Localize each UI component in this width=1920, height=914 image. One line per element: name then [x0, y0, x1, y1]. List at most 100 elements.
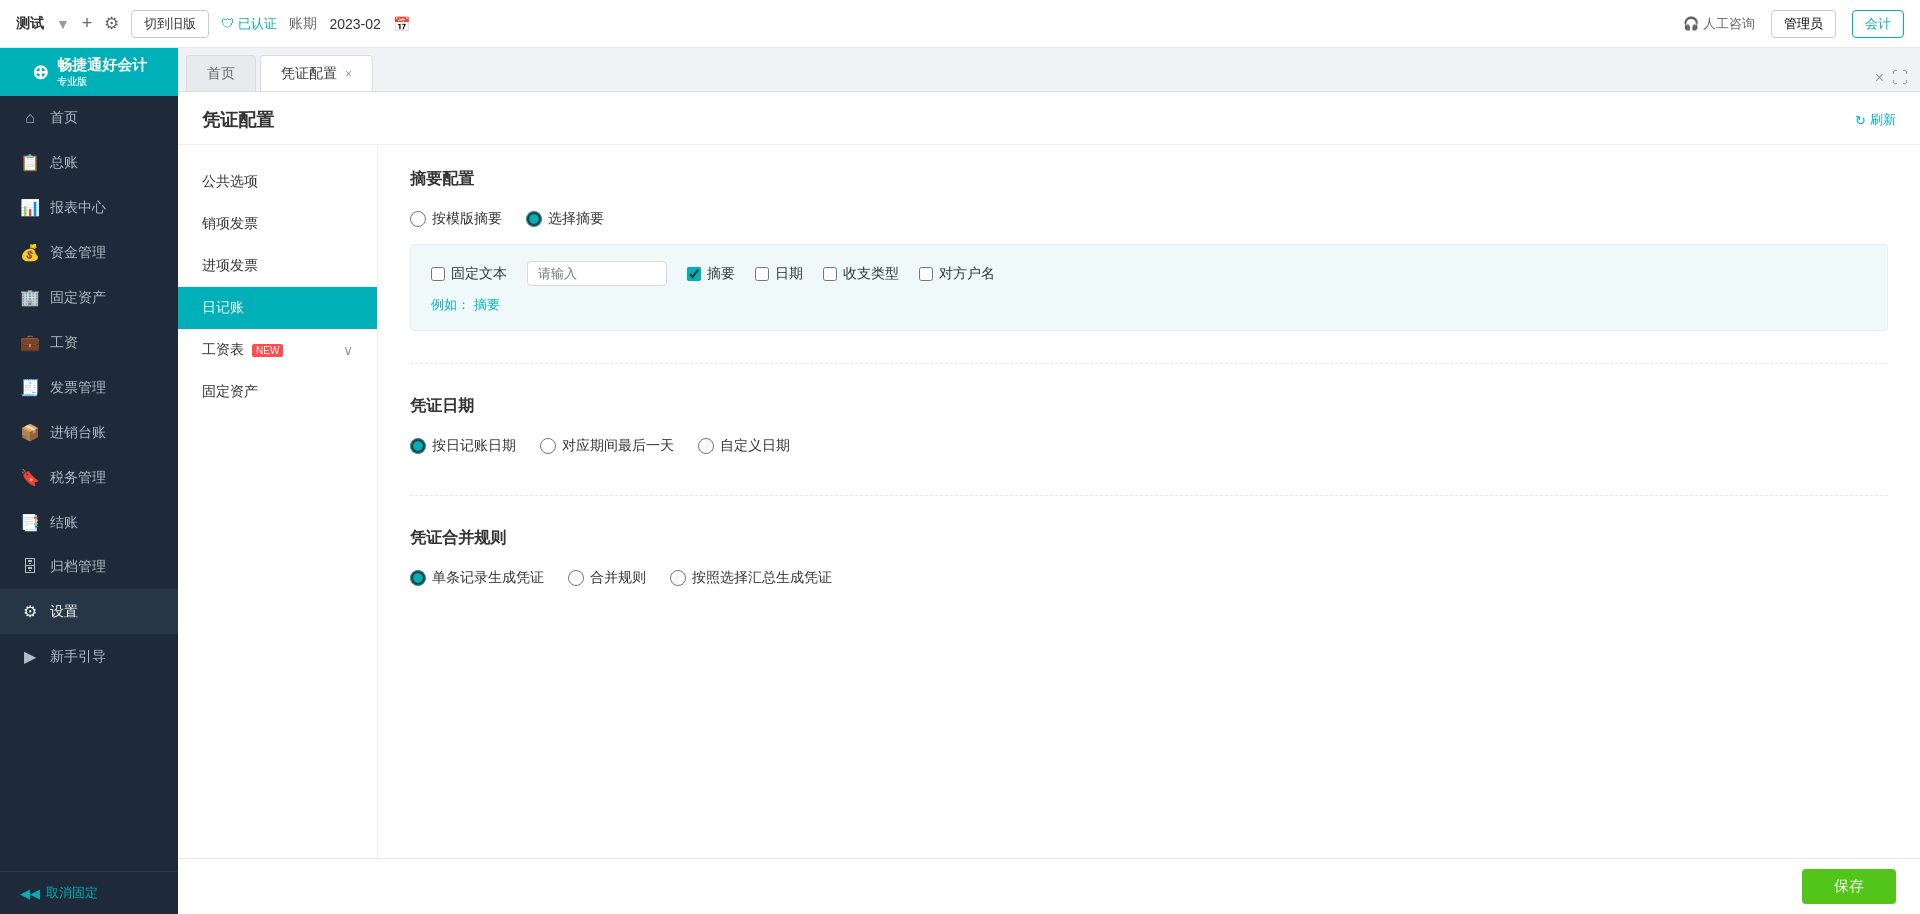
- journal-date-option[interactable]: 按日记账日期: [410, 437, 516, 455]
- sidebar-scroll: ⌂ 首页 📋 总账 📊 报表中心 💰 资金管理 🏢 固定资产 💼 工资: [0, 96, 178, 871]
- tab-bar: 首页 凭证配置 × × ⛶: [178, 48, 1920, 92]
- add-icon[interactable]: +: [82, 13, 93, 34]
- sidebar-item-label: 报表中心: [50, 199, 106, 217]
- fullscreen-icon[interactable]: ⛶: [1892, 69, 1908, 87]
- summary-select-radio[interactable]: [526, 211, 542, 227]
- sidebar-item-home[interactable]: ⌂ 首页: [0, 96, 178, 140]
- tab-voucher-config[interactable]: 凭证配置 ×: [260, 55, 373, 91]
- left-nav-public[interactable]: 公共选项: [178, 161, 377, 203]
- sidebar-item-invoice[interactable]: 🧾 发票管理: [0, 365, 178, 410]
- sidebar-item-settings[interactable]: ⚙ 设置: [0, 589, 178, 634]
- custom-date-radio[interactable]: [698, 438, 714, 454]
- page-title: 凭证配置: [202, 108, 274, 132]
- calendar-icon[interactable]: 📅: [393, 16, 410, 32]
- counterpart-checkbox[interactable]: [919, 267, 933, 281]
- sidebar-item-ledger[interactable]: 📋 总账: [0, 140, 178, 185]
- sidebar-item-tax[interactable]: 🔖 税务管理: [0, 455, 178, 500]
- sidebar-item-archive[interactable]: 🗄 归档管理: [0, 545, 178, 589]
- summary-option[interactable]: 摘要: [687, 265, 735, 283]
- left-nav-purchase-invoice[interactable]: 进项发票: [178, 245, 377, 287]
- logo-title: 畅捷通好会计: [57, 56, 147, 75]
- salary-icon: 💼: [20, 333, 40, 352]
- sidebar-item-capital[interactable]: 💰 资金管理: [0, 230, 178, 275]
- page-body: 公共选项 销项发票 进项发票 日记账 工资表 NEW: [178, 145, 1920, 858]
- summary-options-box: 固定文本 摘要 日期: [410, 244, 1888, 331]
- save-button[interactable]: 保存: [1802, 869, 1896, 904]
- consult-button[interactable]: 🎧 人工咨询: [1683, 15, 1755, 33]
- merge-rule-option[interactable]: 合并规则: [568, 569, 646, 587]
- income-type-checkbox[interactable]: [823, 267, 837, 281]
- sidebar-item-fixed-assets[interactable]: 🏢 固定资产: [0, 275, 178, 320]
- refresh-button[interactable]: ↻ 刷新: [1855, 111, 1896, 129]
- income-type-option[interactable]: 收支类型: [823, 265, 899, 283]
- summary-generate-option[interactable]: 按照选择汇总生成凭证: [670, 569, 832, 587]
- tab-home[interactable]: 首页: [186, 55, 256, 91]
- fixed-text-checkbox[interactable]: [431, 267, 445, 281]
- switch-old-button[interactable]: 切到旧版: [131, 10, 209, 38]
- logo-subtitle: 专业版: [57, 75, 147, 89]
- manager-button[interactable]: 管理员: [1771, 10, 1836, 38]
- example-text: 例如： 摘要: [431, 296, 1867, 314]
- date-option[interactable]: 日期: [755, 265, 803, 283]
- tab-close-icon[interactable]: ×: [345, 67, 352, 81]
- summary-generate-radio[interactable]: [670, 570, 686, 586]
- settings-icon[interactable]: ⚙: [104, 13, 119, 34]
- sidebar-item-purchase-sale[interactable]: 📦 进销台账: [0, 410, 178, 455]
- page-header: 凭证配置 ↻ 刷新: [178, 92, 1920, 145]
- summary-select-option[interactable]: 选择摘要: [526, 210, 604, 228]
- company-name: 测试: [16, 15, 44, 33]
- sidebar-item-salary[interactable]: 💼 工资: [0, 320, 178, 365]
- voucher-date-section: 凭证日期 按日记账日期 对应期间最后一天: [410, 396, 1888, 496]
- settings-sidebar-icon: ⚙: [20, 602, 40, 621]
- merge-rule-radio[interactable]: [568, 570, 584, 586]
- page-content: 凭证配置 ↻ 刷新 公共选项 销项发票 进项发票: [178, 92, 1920, 914]
- journal-date-radio[interactable]: [410, 438, 426, 454]
- archive-icon: 🗄: [20, 558, 40, 576]
- summary-template-radio[interactable]: [410, 211, 426, 227]
- summary-options-row: 固定文本 摘要 日期: [431, 261, 1867, 286]
- left-nav-fixed-assets[interactable]: 固定资产: [178, 371, 377, 413]
- sidebar-item-label: 归档管理: [50, 558, 106, 576]
- fixed-assets-icon: 🏢: [20, 288, 40, 307]
- config-tab-label: 凭证配置: [281, 65, 337, 83]
- date-checkbox[interactable]: [755, 267, 769, 281]
- accountant-button[interactable]: 会计: [1852, 10, 1904, 38]
- invoice-icon: 🧾: [20, 378, 40, 397]
- single-record-option[interactable]: 单条记录生成凭证: [410, 569, 544, 587]
- voucher-date-section-title: 凭证日期: [410, 396, 1888, 417]
- close-window-icon[interactable]: ×: [1875, 69, 1884, 87]
- account-period-label: 账期: [289, 15, 317, 33]
- capital-icon: 💰: [20, 243, 40, 262]
- summary-section-title: 摘要配置: [410, 169, 1888, 190]
- home-icon: ⌂: [20, 109, 40, 127]
- single-record-radio[interactable]: [410, 570, 426, 586]
- merge-rules-section-title: 凭证合并规则: [410, 528, 1888, 549]
- settlement-icon: 📑: [20, 513, 40, 532]
- sidebar-item-label: 固定资产: [50, 289, 106, 307]
- sidebar-item-settlement[interactable]: 📑 结账: [0, 500, 178, 545]
- fixed-text-input[interactable]: [527, 261, 667, 286]
- left-nav-journal[interactable]: 日记账: [178, 287, 377, 329]
- sidebar-item-report[interactable]: 📊 报表中心: [0, 185, 178, 230]
- merge-rules-radio-group: 单条记录生成凭证 合并规则 按照选择汇总生成凭证: [410, 569, 1888, 587]
- counterpart-option[interactable]: 对方户名: [919, 265, 995, 283]
- fixed-text-option[interactable]: 固定文本: [431, 265, 507, 283]
- last-day-option[interactable]: 对应期间最后一天: [540, 437, 674, 455]
- cancel-fixed-button[interactable]: ◀◀ 取消固定: [0, 871, 178, 914]
- left-nav-payroll[interactable]: 工资表 NEW ∨: [178, 329, 377, 371]
- sidebar: ⊕ 畅捷通好会计 专业版 ⌂ 首页 📋 总账 📊 报表中心 💰 资金管理: [0, 48, 178, 914]
- sidebar-item-label: 设置: [50, 603, 78, 621]
- headset-icon: 🎧: [1683, 16, 1699, 31]
- left-nav-sales-invoice[interactable]: 销项发票: [178, 203, 377, 245]
- bottom-bar: 保存: [178, 858, 1920, 914]
- custom-date-option[interactable]: 自定义日期: [698, 437, 790, 455]
- sidebar-item-guide[interactable]: ▶ 新手引导: [0, 634, 178, 679]
- sidebar-item-label: 工资: [50, 334, 78, 352]
- summary-checkbox[interactable]: [687, 267, 701, 281]
- sidebar-item-label: 进销台账: [50, 424, 106, 442]
- report-icon: 📊: [20, 198, 40, 217]
- sidebar-item-label: 结账: [50, 514, 78, 532]
- dropdown-icon[interactable]: ▼: [56, 16, 70, 32]
- last-day-radio[interactable]: [540, 438, 556, 454]
- summary-template-option[interactable]: 按模版摘要: [410, 210, 502, 228]
